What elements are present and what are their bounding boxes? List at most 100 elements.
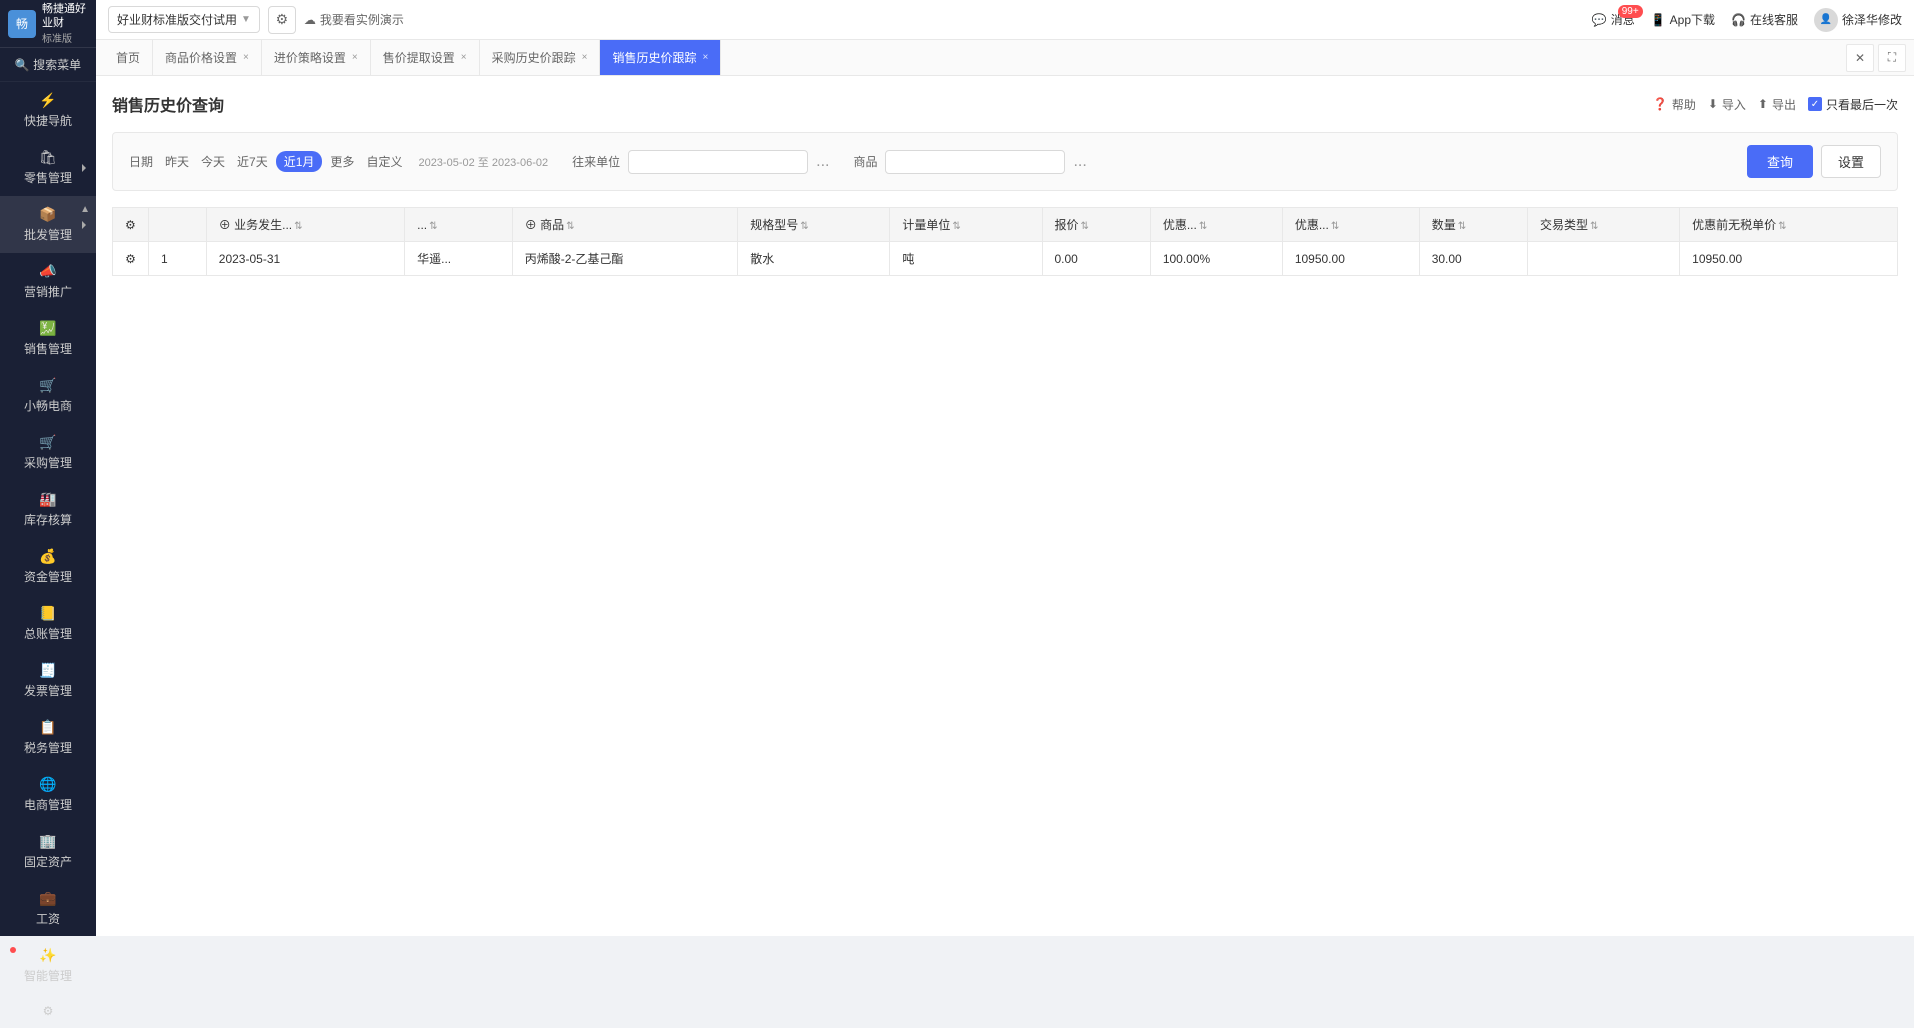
demo-link[interactable]: ☁ 我要看实例演示 bbox=[304, 11, 404, 28]
online-service-button[interactable]: 🎧 在线客服 bbox=[1731, 11, 1798, 28]
user-info[interactable]: 👤 徐泽华修改 bbox=[1814, 8, 1902, 32]
table-header: ⚙ ⊕ 业务发生...⇅ ...⇅ ⊕ 商品⇅ 规格型号⇅ 计量单位⇅ 报价⇅ … bbox=[113, 208, 1898, 242]
sidebar-item-quick-nav[interactable]: ⚡ 快捷导航 bbox=[0, 82, 96, 139]
sidebar-item-retail[interactable]: 🛍 零售管理 bbox=[0, 139, 96, 196]
sidebar-item-sales[interactable]: 💹 销售管理 bbox=[0, 310, 96, 367]
page-content: 销售历史价查询 ❓ 帮助 ⬇ 导入 ⬆ 导出 ✓ 只看最后一次 bbox=[96, 76, 1914, 936]
user-name: 徐泽华修改 bbox=[1842, 11, 1902, 28]
col-tax-price[interactable]: 优惠前无税单价⇅ bbox=[1680, 208, 1898, 242]
app-selector[interactable]: 好业财标准版交付试用 ▼ bbox=[108, 6, 260, 33]
sidebar-item-small-ecommerce[interactable]: 🛒 小畅电商 bbox=[0, 367, 96, 424]
date-range-text: 2023-05-02 至 2023-06-02 bbox=[418, 154, 548, 170]
sidebar-item-payroll[interactable]: 💼 工资 bbox=[0, 880, 96, 937]
sidebar-item-fixed-assets[interactable]: 🏢 固定资产 bbox=[0, 823, 96, 880]
filter-settings-button[interactable]: 设置 bbox=[1821, 145, 1881, 178]
col-discount1[interactable]: 优惠...⇅ bbox=[1150, 208, 1282, 242]
messages-button[interactable]: 💬 消息 99+ bbox=[1592, 11, 1635, 28]
product-dots[interactable]: ... bbox=[1073, 153, 1086, 171]
date-opt-custom[interactable]: 自定义 bbox=[362, 151, 406, 172]
sidebar-item-wholesale[interactable]: 📦 批发管理 ▲ bbox=[0, 196, 96, 253]
wholesale-icon: 📦 bbox=[39, 206, 56, 223]
col-price[interactable]: 报价⇅ bbox=[1042, 208, 1150, 242]
topbar-settings-button[interactable]: ⚙ bbox=[268, 6, 296, 34]
tab-sales-history[interactable]: 销售历史价跟踪 × bbox=[600, 40, 721, 75]
partner-input[interactable] bbox=[628, 150, 808, 174]
quick-nav-icon: ⚡ bbox=[39, 92, 56, 109]
tab-home[interactable]: 首页 bbox=[104, 40, 153, 75]
dropdown-arrow-icon: ▼ bbox=[241, 14, 251, 25]
product-input[interactable] bbox=[885, 150, 1065, 174]
app-sub: 标准版 bbox=[42, 30, 88, 45]
tab-purchase-history[interactable]: 采购历史价跟踪 × bbox=[480, 40, 601, 75]
row-gear-cell[interactable]: ⚙ bbox=[113, 242, 149, 276]
sidebar-item-finance[interactable]: 💰 资金管理 bbox=[0, 538, 96, 595]
tab-sales-history-close[interactable]: × bbox=[702, 52, 708, 63]
filter-partner: 往来单位 ... bbox=[572, 150, 829, 174]
sidebar-item-label: 零售管理 bbox=[24, 169, 72, 186]
tab-sale-extract[interactable]: 售价提取设置 × bbox=[371, 40, 480, 75]
payroll-icon: 💼 bbox=[39, 890, 56, 907]
date-opt-today[interactable]: 今天 bbox=[197, 151, 229, 172]
app-logo-icon: 畅 bbox=[8, 10, 36, 38]
tab-price-settings[interactable]: 商品价格设置 × bbox=[153, 40, 262, 75]
col-unit[interactable]: 计量单位⇅ bbox=[890, 208, 1042, 242]
date-opt-more[interactable]: 更多 bbox=[326, 151, 358, 172]
tax-icon: 📋 bbox=[39, 719, 56, 736]
app-name-block: 畅捷通好业财 标准版 bbox=[42, 2, 88, 46]
query-button[interactable]: 查询 bbox=[1747, 145, 1813, 178]
product-filter-label: 商品 bbox=[853, 153, 877, 170]
sidebar-item-invoice[interactable]: 🧾 发票管理 bbox=[0, 652, 96, 709]
tab-purchase-strategy[interactable]: 进价策略设置 × bbox=[262, 40, 371, 75]
sidebar-settings[interactable]: ⚙ bbox=[0, 994, 96, 1028]
tab-price-settings-close[interactable]: × bbox=[243, 52, 249, 63]
col-product[interactable]: ⊕ 商品⇅ bbox=[512, 208, 738, 242]
date-opt-1month[interactable]: 近1月 bbox=[276, 151, 323, 172]
row-discount2-cell: 10950.00 bbox=[1282, 242, 1419, 276]
sidebar-item-ecommerce[interactable]: 🌐 电商管理 bbox=[0, 766, 96, 823]
sidebar-item-tax[interactable]: 📋 税务管理 bbox=[0, 709, 96, 766]
tab-purchase-strategy-close[interactable]: × bbox=[352, 52, 358, 63]
sidebar-item-inventory[interactable]: 🏭 库存核算 bbox=[0, 481, 96, 538]
sidebar-item-label: 电商管理 bbox=[24, 796, 72, 813]
col-discount2[interactable]: 优惠...⇅ bbox=[1282, 208, 1419, 242]
only-last-checkbox[interactable]: ✓ 只看最后一次 bbox=[1808, 96, 1898, 113]
sort-icon-spec: ⇅ bbox=[800, 221, 808, 232]
col-qty[interactable]: 数量⇅ bbox=[1419, 208, 1527, 242]
row-no-cell: 1 bbox=[149, 242, 207, 276]
col-spec[interactable]: 规格型号⇅ bbox=[738, 208, 890, 242]
app-download-button[interactable]: 📱 App下载 bbox=[1651, 11, 1715, 28]
sidebar-item-ledger[interactable]: 📒 总账管理 bbox=[0, 595, 96, 652]
cloud-icon: ☁ bbox=[304, 13, 316, 27]
col-gear[interactable]: ⚙ bbox=[113, 208, 149, 242]
partner-dots[interactable]: ... bbox=[816, 153, 829, 171]
col-date[interactable]: ⊕ 业务发生...⇅ bbox=[206, 208, 404, 242]
fixed-assets-icon: 🏢 bbox=[39, 833, 56, 850]
data-table: ⚙ ⊕ 业务发生...⇅ ...⇅ ⊕ 商品⇅ 规格型号⇅ 计量单位⇅ 报价⇅ … bbox=[112, 207, 1898, 276]
topbar-left: 好业财标准版交付试用 ▼ ⚙ ☁ 我要看实例演示 bbox=[108, 6, 404, 34]
sidebar-item-purchase[interactable]: 🛒 采购管理 bbox=[0, 424, 96, 481]
smart-dot bbox=[10, 947, 16, 953]
tab-purchase-history-close[interactable]: × bbox=[582, 52, 588, 63]
tab-close-all-button[interactable]: ✕ bbox=[1846, 44, 1874, 72]
tab-maximize-button[interactable]: ⛶ bbox=[1878, 44, 1906, 72]
sidebar-item-label: 营销推广 bbox=[24, 283, 72, 300]
import-button[interactable]: ⬇ 导入 bbox=[1708, 96, 1746, 113]
search-icon: 🔍 bbox=[15, 58, 30, 72]
tabbar-end-controls: ✕ ⛶ bbox=[1846, 44, 1906, 72]
inventory-icon: 🏭 bbox=[39, 491, 56, 508]
sidebar-item-smart[interactable]: ✨ 智能管理 bbox=[0, 937, 96, 994]
col-trade-type[interactable]: 交易类型⇅ bbox=[1528, 208, 1680, 242]
ledger-icon: 📒 bbox=[39, 605, 56, 622]
col-dots[interactable]: ...⇅ bbox=[405, 208, 513, 242]
sidebar-item-marketing[interactable]: 📣 营销推广 bbox=[0, 253, 96, 310]
date-opt-7days[interactable]: 近7天 bbox=[233, 151, 272, 172]
tab-sale-extract-close[interactable]: × bbox=[461, 52, 467, 63]
export-button[interactable]: ⬆ 导出 bbox=[1758, 96, 1796, 113]
help-button[interactable]: ❓ 帮助 bbox=[1653, 96, 1696, 113]
sidebar-search[interactable]: 🔍 搜索菜单 bbox=[0, 48, 96, 82]
help-icon: ❓ bbox=[1653, 97, 1668, 111]
purchase-icon: 🛒 bbox=[39, 434, 56, 451]
date-opt-yesterday[interactable]: 昨天 bbox=[161, 151, 193, 172]
row-spec-cell: 散水 bbox=[738, 242, 890, 276]
sort-icon-unit: ⇅ bbox=[952, 221, 960, 232]
